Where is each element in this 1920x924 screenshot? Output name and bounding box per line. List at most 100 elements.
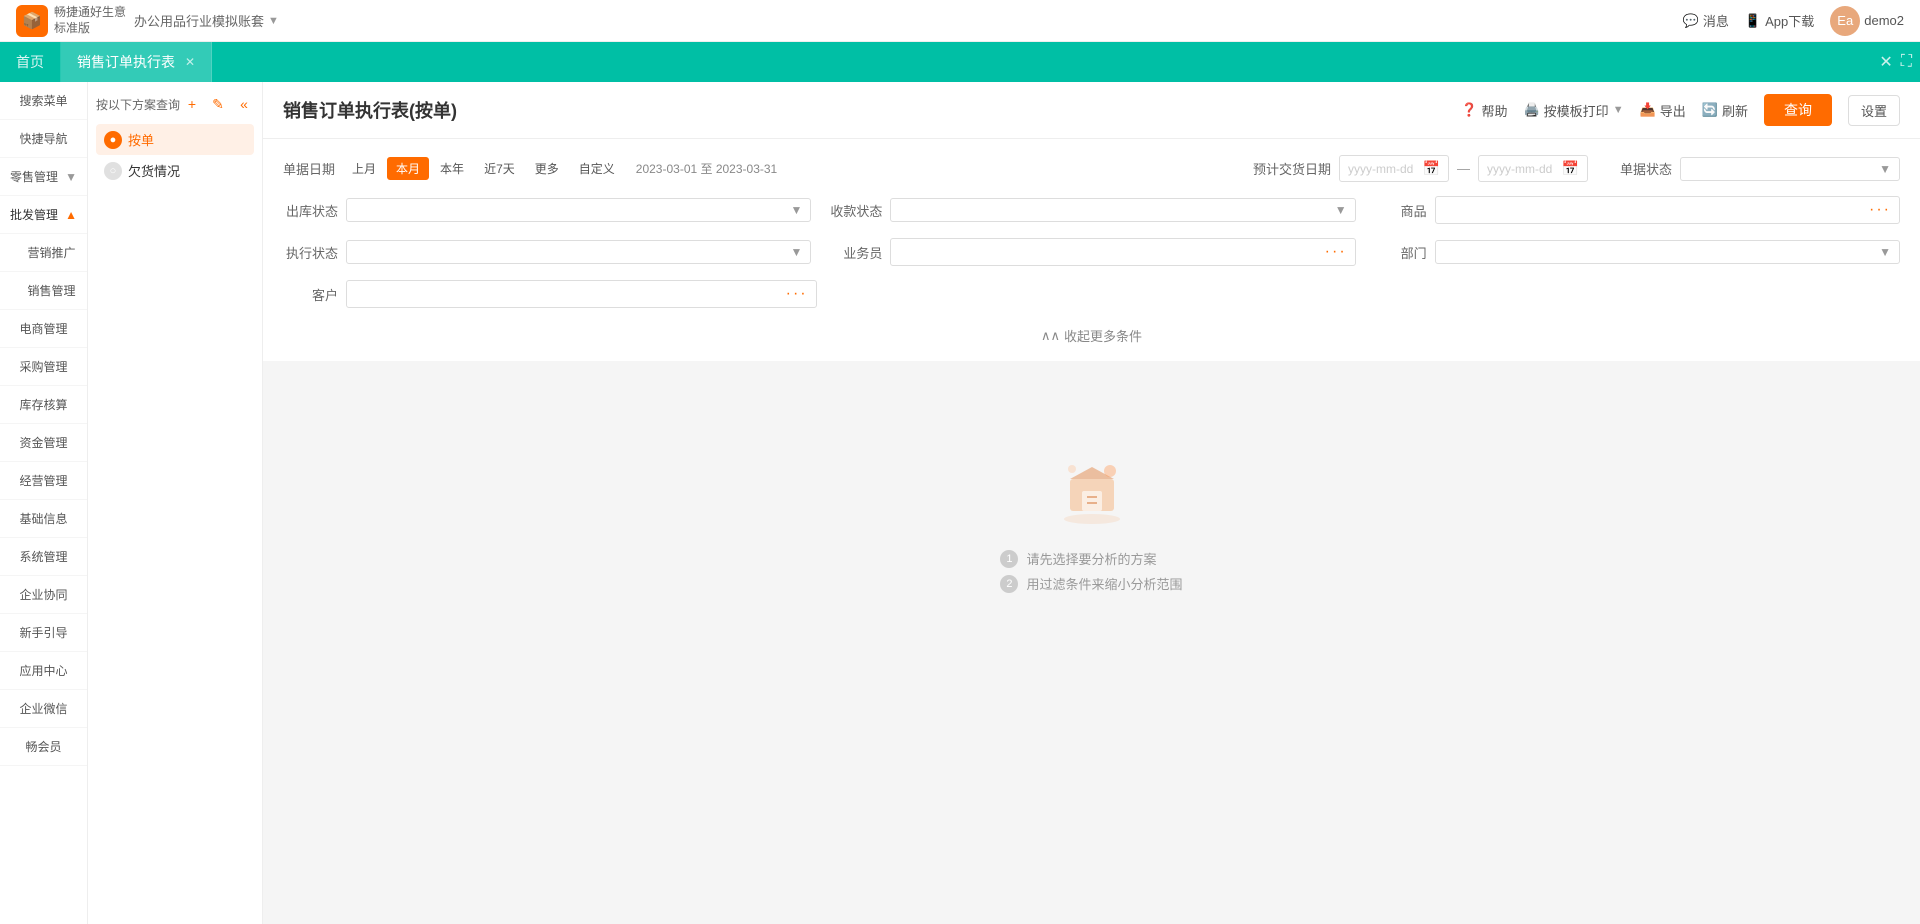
expected-date-start-input[interactable]: yyyy-mm-dd 📅: [1339, 155, 1449, 182]
member-label: 畅会员: [25, 740, 61, 754]
tip-text-2: 用过滤条件来缩小分析范围: [1026, 574, 1182, 593]
by-order-icon: ●: [104, 131, 122, 149]
exec-label: 执行状态: [283, 243, 338, 262]
filter-area: 单据日期 上月 本月 本年 近7天 更多 自定义 2023-03-01 至 20…: [263, 139, 1920, 361]
app-download-label: App下载: [1765, 11, 1814, 30]
goods-select[interactable]: ···: [1435, 196, 1900, 224]
date-btn-last-month[interactable]: 上月: [343, 157, 385, 180]
sidebar-item-guide[interactable]: 新手引导: [0, 614, 87, 652]
app-download-button[interactable]: 📱 App下载: [1745, 11, 1814, 30]
left-panel-item-by-order[interactable]: ● 按单: [96, 124, 254, 155]
date-btn-this-year[interactable]: 本年: [431, 157, 473, 180]
tab-sales-exec[interactable]: 销售订单执行表 ✕: [61, 42, 212, 82]
wholesale-arrow-icon: ▲: [65, 208, 77, 222]
expected-date-end-input[interactable]: yyyy-mm-dd 📅: [1478, 155, 1588, 182]
customer-select[interactable]: ···: [346, 280, 817, 308]
sidebar-item-basic-info[interactable]: 基础信息: [0, 500, 87, 538]
query-button[interactable]: 查询: [1764, 94, 1832, 126]
sidebar-item-quick-nav[interactable]: 快捷导航: [0, 120, 87, 158]
finance-label: 资金管理: [19, 436, 67, 450]
left-panel-item-shortage[interactable]: ○ 欠货情况: [96, 155, 254, 186]
breadcrumb-text: 办公用品行业模拟账套: [134, 11, 264, 30]
empty-illustration: [1052, 449, 1132, 529]
export-button[interactable]: 📥 导出: [1640, 101, 1686, 120]
avatar-text: Ea: [1837, 13, 1853, 28]
page-header: 销售订单执行表(按单) ❓ 帮助 🖨️ 按模板打印 ▼ 📥 导出: [263, 82, 1920, 139]
left-panel-collapse-button[interactable]: «: [234, 94, 254, 114]
sidebar-item-wholesale[interactable]: 批发管理 ▲: [0, 196, 87, 234]
tab-expand-button[interactable]: ⛶: [1901, 53, 1912, 71]
date-btn-7-days[interactable]: 近7天: [475, 157, 524, 180]
filter-row-4: 客户 ···: [283, 280, 1900, 308]
goods-filter-cell: 商品 ···: [1372, 196, 1900, 224]
page-actions: ❓ 帮助 🖨️ 按模板打印 ▼ 📥 导出 🔄 刷新: [1461, 94, 1900, 126]
goods-label: 商品: [1372, 201, 1427, 220]
sidebar-item-search[interactable]: 搜索菜单: [0, 82, 87, 120]
date-btn-custom[interactable]: 自定义: [570, 157, 624, 180]
dept-select[interactable]: ▼: [1435, 240, 1900, 264]
app-center-label: 应用中心: [19, 664, 67, 678]
message-icon: 💬: [1683, 13, 1699, 29]
refresh-button[interactable]: 🔄 刷新: [1702, 101, 1748, 120]
order-status-label: 单据状态: [1620, 159, 1672, 178]
user-profile[interactable]: Ea demo2: [1830, 6, 1904, 36]
date-btn-this-month[interactable]: 本月: [387, 157, 429, 180]
shipment-status-select[interactable]: ▼: [346, 198, 811, 222]
collab-label: 企业协同: [19, 588, 67, 602]
sidebar-item-finance[interactable]: 资金管理: [0, 424, 87, 462]
operation-label: 经营管理: [19, 474, 67, 488]
user-avatar: Ea: [1830, 6, 1860, 36]
sidebar-item-member[interactable]: 畅会员: [0, 728, 87, 766]
by-order-label: 按单: [128, 130, 154, 149]
refresh-icon: 🔄: [1702, 102, 1718, 118]
tab-home[interactable]: 首页: [0, 42, 61, 82]
sidebar-item-inventory[interactable]: 库存核算: [0, 386, 87, 424]
exec-status-select[interactable]: ▼: [346, 240, 811, 264]
user-label: demo2: [1864, 13, 1904, 28]
filter-row-3: 执行状态 ▼ 业务员 ··· 部门: [283, 238, 1900, 266]
print-button[interactable]: 🖨️ 按模板打印 ▼: [1523, 101, 1623, 120]
left-panel-add-button[interactable]: +: [182, 94, 202, 114]
sidebar-item-purchase[interactable]: 采购管理: [0, 348, 87, 386]
print-icon: 🖨️: [1523, 102, 1539, 118]
order-status-arrow-icon: ▼: [1879, 162, 1891, 176]
top-bar: 📦 畅捷通好生意 标准版 办公用品行业模拟账套 ▼ 💬 消息 📱 App下载 E…: [0, 0, 1920, 42]
left-panel-icons: + ✎ «: [182, 94, 254, 114]
left-panel-edit-button[interactable]: ✎: [208, 94, 228, 114]
sidebar-item-collab[interactable]: 企业协同: [0, 576, 87, 614]
help-button[interactable]: ❓ 帮助: [1461, 101, 1507, 120]
tab-close-icon[interactable]: ✕: [185, 55, 195, 69]
dept-filter-cell: 部门 ▼: [1372, 238, 1900, 266]
date-btn-more[interactable]: 更多: [526, 157, 568, 180]
breadcrumb-arrow-icon[interactable]: ▼: [268, 15, 279, 27]
sidebar-item-wechat[interactable]: 企业微信: [0, 690, 87, 728]
expected-date-filter-group: 预计交货日期 yyyy-mm-dd 📅 — yyyy-mm-dd 📅: [1253, 155, 1588, 182]
order-status-select[interactable]: ▼: [1680, 157, 1900, 181]
sidebar-item-app-center[interactable]: 应用中心: [0, 652, 87, 690]
wholesale-label: 批发管理: [10, 206, 58, 223]
date-button-group: 上月 本月 本年 近7天 更多 自定义: [343, 157, 624, 180]
sidebar-item-marketing[interactable]: 营销推广: [0, 234, 87, 272]
sidebar-item-retail[interactable]: 零售管理 ▼: [0, 158, 87, 196]
customer-dots-icon[interactable]: ···: [786, 285, 808, 303]
sidebar-item-sales[interactable]: 销售管理: [0, 272, 87, 310]
salesperson-select[interactable]: ···: [890, 238, 1355, 266]
purchase-label: 采购管理: [19, 360, 67, 374]
edit-icon: ✎: [212, 96, 224, 113]
settings-button[interactable]: 设置: [1848, 95, 1900, 126]
sidebar-item-ecommerce[interactable]: 电商管理: [0, 310, 87, 348]
sidebar-item-system[interactable]: 系统管理: [0, 538, 87, 576]
sidebar-item-operation[interactable]: 经营管理: [0, 462, 87, 500]
message-button[interactable]: 💬 消息: [1683, 11, 1729, 30]
expected-date-end-placeholder: yyyy-mm-dd: [1487, 162, 1552, 176]
salesperson-dots-icon[interactable]: ···: [1325, 243, 1347, 261]
export-icon: 📥: [1640, 102, 1656, 118]
exec-arrow-icon: ▼: [790, 245, 802, 259]
collapse-more-button[interactable]: ∧∧ 收起更多条件: [283, 322, 1900, 353]
goods-dots-icon[interactable]: ···: [1869, 201, 1891, 219]
refresh-label: 刷新: [1722, 101, 1748, 120]
page-title: 销售订单执行表(按单): [283, 97, 457, 123]
receipt-status-select[interactable]: ▼: [890, 198, 1355, 222]
nav-tabs-right: ✕ ⛶: [1871, 42, 1920, 82]
tab-close-window-button[interactable]: ✕: [1879, 52, 1892, 72]
